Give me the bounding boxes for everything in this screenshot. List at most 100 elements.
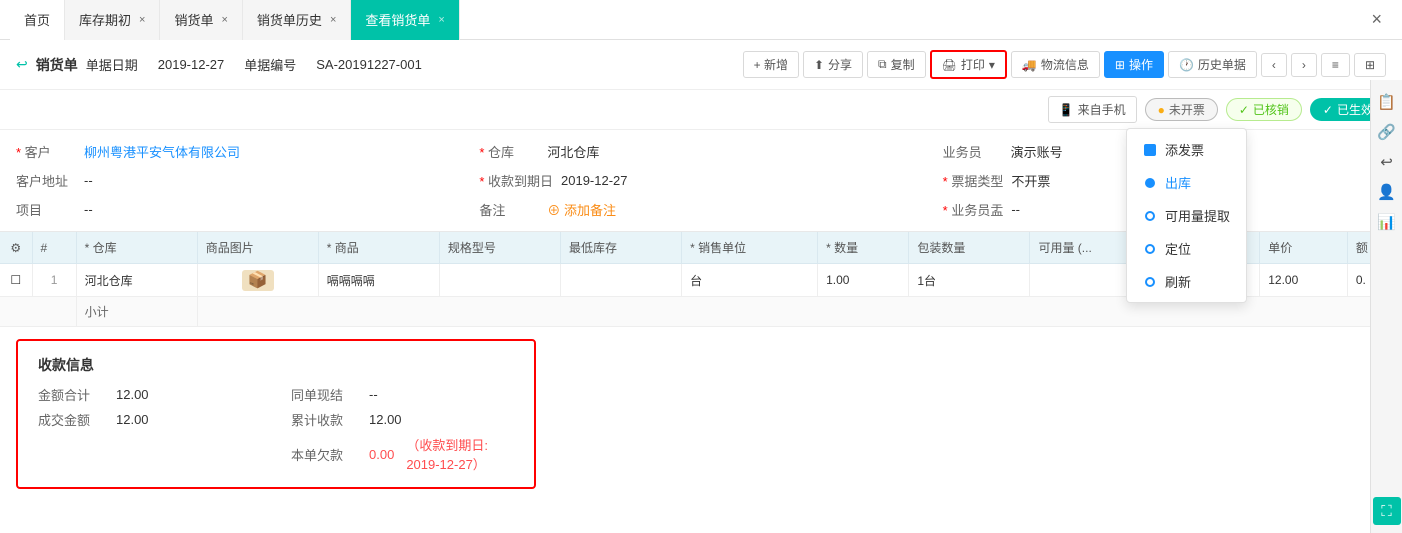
next-button[interactable]: › (1291, 53, 1317, 77)
tab-view-sales-label: 查看销货单 (365, 10, 430, 29)
sidebar-icon-5[interactable]: 📊 (1373, 208, 1401, 236)
tab-sales-order[interactable]: 销货单 × (160, 0, 242, 40)
ship-icon (1143, 176, 1157, 190)
view-toggle-grid[interactable]: ⊞ (1354, 53, 1386, 77)
staff-value: 演示账号 (1011, 142, 1063, 161)
share-button[interactable]: ⬆ 分享 (803, 51, 863, 78)
th-spec: 规格型号 (439, 232, 560, 264)
copy-button[interactable]: ⧉ 复制 (867, 51, 926, 78)
checked-icon: ✓ (1239, 103, 1249, 117)
deal-label: 成交金额 (38, 410, 108, 429)
th-qty: * 数量 (818, 232, 909, 264)
due-note: （收款到期日: 2019-12-27） (406, 435, 514, 473)
logistics-icon: 🚚 (1022, 58, 1037, 72)
not-opened-button[interactable]: ● 未开票 (1145, 98, 1218, 121)
locate-icon (1143, 242, 1157, 256)
doc-date-value: 2019-12-27 (158, 57, 225, 72)
tab-bar: 首页 库存期初 × 销货单 × 销货单历史 × 查看销货单 × × (0, 0, 1402, 40)
add-remark-button[interactable]: ⊕ 添加备注 (547, 200, 616, 219)
ticket-type-value: 不开票 (1011, 171, 1050, 190)
row-check[interactable]: ☐ (0, 264, 32, 297)
row-warehouse: 河北仓库 (76, 264, 197, 297)
staff2-value: -- (1011, 202, 1020, 217)
sidebar-icon-4[interactable]: 👤 (1373, 178, 1401, 206)
deal-value: 12.00 (116, 412, 149, 427)
doc-number-value: SA-20191227-001 (316, 57, 422, 72)
th-warehouse: * 仓库 (76, 232, 197, 264)
customer-row: 客户 柳州粤港平安气体有限公司 (16, 142, 459, 161)
close-inventory-init-icon[interactable]: × (139, 14, 145, 26)
row-image: 📦 (197, 264, 318, 297)
doc-title: 销货单 (36, 55, 78, 75)
sidebar-icon-3[interactable]: ↩ (1373, 148, 1401, 176)
due-value: 0.00 (369, 447, 394, 462)
dropdown-ship[interactable]: 出库 (1127, 166, 1246, 199)
from-phone-label: 来自手机 (1078, 101, 1126, 118)
remark-row: 备注 ⊕ 添加备注 (479, 200, 922, 219)
close-view-sales-icon[interactable]: × (438, 14, 444, 26)
cumulative-row: 累计收款 12.00 (291, 410, 514, 429)
view-toggle-list[interactable]: ≡ (1321, 53, 1350, 77)
row-qty: 1.00 (818, 264, 909, 297)
row-spec (439, 264, 560, 297)
share-button-label: 分享 (828, 56, 852, 73)
new-button-label: + 新增 (754, 56, 788, 73)
dropdown-locate[interactable]: 定位 (1127, 232, 1246, 265)
total-row: 金额合计 12.00 (38, 385, 261, 404)
not-opened-label: 未开票 (1169, 101, 1205, 118)
logistics-button-label: 物流信息 (1041, 56, 1089, 73)
refresh-icon (1143, 275, 1157, 289)
operate-button-label: 操作 (1129, 56, 1153, 73)
doc-number-label: 单据编号 (244, 55, 296, 74)
row-num: 1 (32, 264, 76, 297)
project-value: -- (84, 202, 93, 217)
th-image: 商品图片 (197, 232, 318, 264)
th-pack-qty: 包装数量 (909, 232, 1030, 264)
cumulative-label: 累计收款 (291, 410, 361, 429)
effective-label: 已生效 (1337, 101, 1373, 118)
window-close-button[interactable]: × (1361, 9, 1392, 30)
tab-home-label: 首页 (24, 10, 50, 29)
payment-date-row: 收款到期日 2019-12-27 (479, 171, 922, 190)
operate-button[interactable]: ⊞ 操作 (1104, 51, 1164, 78)
dropdown-refresh[interactable]: 刷新 (1127, 265, 1246, 298)
th-unit: * 销售单位 (682, 232, 818, 264)
tab-home[interactable]: 首页 (10, 0, 65, 40)
dropdown-available[interactable]: 可用量提取 (1127, 199, 1246, 232)
close-sales-order-icon[interactable]: × (221, 14, 227, 26)
add-invoice-icon (1143, 143, 1157, 157)
print-button[interactable]: 🖨 打印 ▾ (930, 50, 1007, 79)
sidebar-icon-6[interactable]: ⛶ (1373, 497, 1401, 525)
payment-date-value: 2019-12-27 (561, 173, 628, 188)
subtotal-label (0, 297, 76, 327)
available-icon (1143, 209, 1157, 223)
tab-inventory-init[interactable]: 库存期初 × (65, 0, 160, 40)
close-sales-history-icon[interactable]: × (330, 14, 336, 26)
logistics-button[interactable]: 🚚 物流信息 (1011, 51, 1100, 78)
warehouse-value: 河北仓库 (547, 142, 599, 161)
new-button[interactable]: + 新增 (743, 51, 799, 78)
print-dropdown-icon: ▾ (989, 58, 995, 72)
history-button[interactable]: 🕐 历史单据 (1168, 51, 1257, 78)
address-label: 客户地址 (16, 171, 76, 190)
payment-title: 收款信息 (38, 355, 514, 375)
from-phone-button[interactable]: 📱 来自手机 (1048, 96, 1137, 123)
row-price: 12.00 (1260, 264, 1348, 297)
checked-button[interactable]: ✓ 已核销 (1226, 98, 1302, 121)
doc-title-area: ↩ 销货单 单据日期 2019-12-27 单据编号 SA-20191227-0… (16, 55, 727, 75)
sidebar-icon-1[interactable]: 📋 (1373, 88, 1401, 116)
locate-label: 定位 (1165, 239, 1191, 258)
operate-icon: ⊞ (1115, 58, 1125, 72)
sidebar-icon-2[interactable]: 🔗 (1373, 118, 1401, 146)
doc-meta: 单据日期 2019-12-27 单据编号 SA-20191227-001 (86, 55, 422, 74)
tab-sales-order-label: 销货单 (174, 10, 213, 29)
customer-value[interactable]: 柳州粤港平安气体有限公司 (84, 142, 240, 161)
deal-row: 成交金额 12.00 (38, 410, 261, 429)
project-label: 项目 (16, 200, 76, 219)
row-min-stock (560, 264, 681, 297)
tab-sales-history[interactable]: 销货单历史 × (243, 0, 351, 40)
print-button-label: 打印 (961, 56, 985, 73)
prev-button[interactable]: ‹ (1261, 53, 1287, 77)
tab-view-sales[interactable]: 查看销货单 × (351, 0, 459, 40)
dropdown-add-invoice[interactable]: 添发票 (1127, 133, 1246, 166)
